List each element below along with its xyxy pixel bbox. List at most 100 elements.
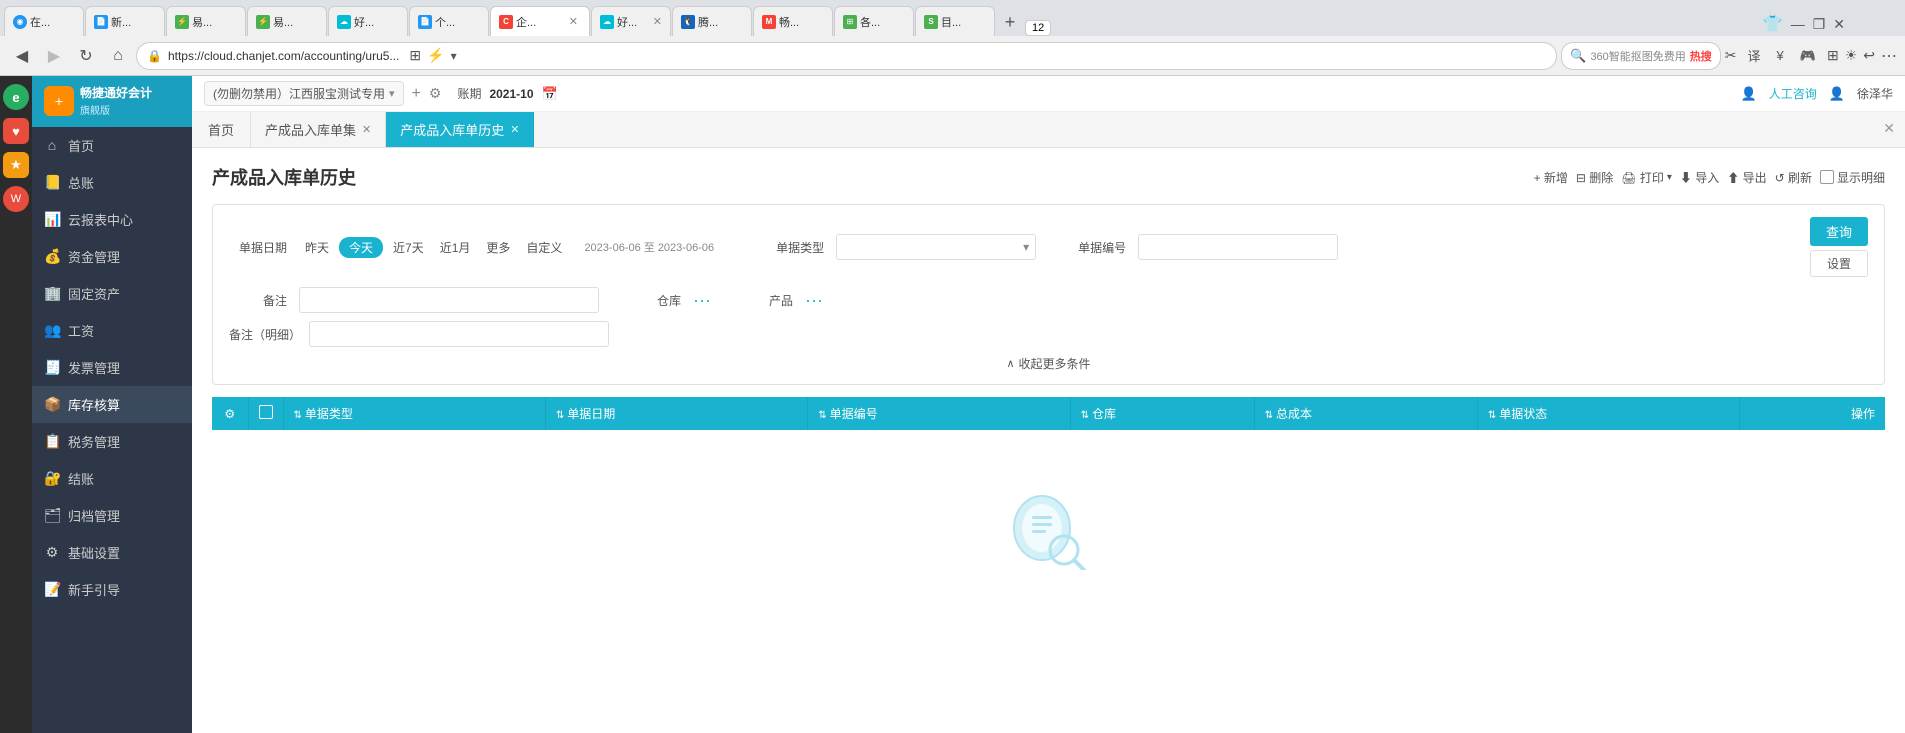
date-btn-today[interactable]: 今天 — [339, 237, 383, 258]
collapse-button[interactable]: ∧ 收起更多条件 — [1006, 355, 1090, 372]
note-input[interactable] — [299, 287, 599, 313]
tax-icon: 📋 — [44, 433, 60, 450]
lightning-icon[interactable]: ⚡ — [427, 47, 444, 64]
search-area[interactable]: 🔍 360智能抠图免费用 热搜 — [1561, 42, 1721, 70]
col-warehouse[interactable]: ⇅仓库 — [1070, 397, 1254, 430]
export-button[interactable]: ⬆ 导出 — [1727, 169, 1766, 186]
tab-12[interactable]: S 目... — [915, 6, 995, 36]
show-columns-label[interactable]: 显示明细 — [1820, 169, 1885, 186]
sidebar-item-reports[interactable]: 📊 云报表中心 — [32, 201, 192, 238]
tab-5[interactable]: ☁ 好... — [328, 6, 408, 36]
product-dots[interactable]: ··· — [805, 290, 823, 311]
app-icon-e[interactable]: e — [3, 84, 29, 110]
number-input[interactable] — [1138, 234, 1338, 260]
sidebar-item-archive[interactable]: 🗂 归档管理 — [32, 497, 192, 534]
add-button[interactable]: + 新增 — [1534, 169, 1568, 186]
tab-11[interactable]: ⊞ 各... — [834, 6, 914, 36]
warehouse-dots[interactable]: ··· — [693, 290, 711, 311]
col-date[interactable]: ⇅单据日期 — [545, 397, 807, 430]
header-checkbox[interactable] — [259, 405, 273, 419]
tab-3[interactable]: ⚡ 易... — [166, 6, 246, 36]
date-range-display: 2023-06-06 至 2023-06-06 — [584, 239, 714, 255]
settings-gear-icon[interactable]: ⚙ — [224, 407, 235, 421]
gear-icon[interactable]: ⚙ — [429, 85, 442, 102]
settings-button[interactable]: 设置 — [1810, 250, 1868, 277]
tab-list[interactable]: 产成品入库单集 ✕ — [251, 112, 386, 147]
calendar-icon[interactable]: 📅 — [542, 86, 558, 102]
tab-9[interactable]: 🐧 腾... — [672, 6, 752, 36]
sidebar-item-settings[interactable]: ⚙ 基础设置 — [32, 534, 192, 571]
col-checkbox[interactable] — [248, 397, 283, 430]
query-button[interactable]: 查询 — [1810, 217, 1868, 246]
sidebar-item-fixed-assets[interactable]: 🏢 固定资产 — [32, 275, 192, 312]
history-icon[interactable]: ↩ — [1863, 47, 1875, 64]
sidebar-item-inventory[interactable]: 📦 库存核算 — [32, 386, 192, 423]
home-button[interactable]: ⌂ — [104, 42, 132, 70]
sidebar-item-payroll[interactable]: 👥 工资 — [32, 312, 192, 349]
sidebar-item-newbie[interactable]: 📝 新手引导 — [32, 571, 192, 608]
tab-4[interactable]: ⚡ 易... — [247, 6, 327, 36]
currency-icon[interactable]: ¥ — [1772, 46, 1789, 65]
minimize-button[interactable]: — — [1791, 16, 1805, 32]
close-button[interactable]: ✕ — [1833, 16, 1845, 33]
dropdown-icon[interactable]: ▾ — [451, 49, 457, 63]
sidebar-item-settlement[interactable]: 🔐 结账 — [32, 460, 192, 497]
tab-home[interactable]: 首页 — [192, 112, 251, 147]
translate-icon[interactable]: 译 — [1743, 44, 1766, 67]
filter-area: 单据日期 昨天 今天 近7天 近1月 更多 自定义 2023-06-06 至 2… — [212, 204, 1885, 385]
account-selector[interactable]: (勿删勿禁用）江西服宝测试专用 ▾ — [204, 81, 404, 106]
col-status[interactable]: ⇅单据状态 — [1477, 397, 1739, 430]
game-icon[interactable]: 🎮 — [1795, 46, 1821, 66]
tab-1[interactable]: ◉ 在... — [4, 6, 84, 36]
sidebar-item-home[interactable]: ⌂ 首页 — [32, 127, 192, 164]
tab-history-close[interactable]: ✕ — [510, 123, 519, 136]
app-icon-heart[interactable]: ♥ — [3, 118, 29, 144]
sidebar-item-funds[interactable]: 💰 资金管理 — [32, 238, 192, 275]
tab-8[interactable]: ☁ 好... ✕ — [591, 6, 671, 36]
detail-note-input[interactable] — [309, 321, 609, 347]
date-btn-custom[interactable]: 自定义 — [520, 237, 568, 258]
tab-close-8[interactable]: ✕ — [653, 15, 662, 28]
scissors-icon[interactable]: ✂ — [1725, 47, 1737, 64]
import-button[interactable]: ⬇ 导入 — [1680, 169, 1719, 186]
app-icon-star[interactable]: ★ — [3, 152, 29, 178]
sidebar-item-invoices[interactable]: 🧾 发票管理 — [32, 349, 192, 386]
product-label: 产品 — [763, 292, 793, 309]
tab-close-7[interactable]: ✕ — [566, 14, 581, 29]
print-button[interactable]: 🖨 打印 ▾ — [1621, 169, 1672, 186]
delete-button[interactable]: ⊟ 删除 — [1576, 169, 1613, 186]
col-settings[interactable]: ⚙ — [212, 397, 248, 430]
more-icon[interactable]: ⋯ — [1881, 46, 1897, 66]
date-btn-1month[interactable]: 近1月 — [434, 237, 477, 258]
data-table: ⚙ ⇅单据类型 ⇅单据日期 ⇅ — [212, 397, 1885, 430]
back-button[interactable]: ◀ — [8, 42, 36, 70]
restore-button[interactable]: ❐ — [1813, 16, 1826, 33]
type-select[interactable]: ▾ — [836, 234, 1036, 260]
tab-new-button[interactable]: + — [996, 8, 1024, 36]
date-btn-more[interactable]: 更多 — [480, 237, 516, 258]
tab-2[interactable]: 📄 新... — [85, 6, 165, 36]
tab-history[interactable]: 产成品入库单历史 ✕ — [386, 112, 534, 147]
theme-icon[interactable]: ☀ — [1845, 47, 1858, 64]
side-panel-close[interactable]: ✕ — [1873, 112, 1905, 145]
col-type[interactable]: ⇅单据类型 — [283, 397, 545, 430]
refresh-button[interactable]: ↻ — [72, 42, 100, 70]
tab-list-close[interactable]: ✕ — [362, 123, 371, 136]
refresh-btn[interactable]: ↺ 刷新 — [1775, 169, 1812, 186]
sidebar-item-general-ledger[interactable]: 📒 总账 — [32, 164, 192, 201]
date-btn-7days[interactable]: 近7天 — [387, 237, 430, 258]
col-total-cost[interactable]: ⇅总成本 — [1254, 397, 1477, 430]
sidebar-item-tax[interactable]: 📋 税务管理 — [32, 423, 192, 460]
date-btn-yesterday[interactable]: 昨天 — [299, 237, 335, 258]
grid-icon[interactable]: ⊞ — [409, 47, 421, 64]
url-bar[interactable]: 🔒 https://cloud.chanjet.com/accounting/u… — [136, 42, 1557, 70]
tab-6[interactable]: 📄 个... — [409, 6, 489, 36]
app-icon-weibo[interactable]: W — [3, 186, 29, 212]
tab-7-active[interactable]: C 企... ✕ — [490, 6, 590, 36]
col-number[interactable]: ⇅单据编号 — [808, 397, 1070, 430]
service-label[interactable]: 人工咨询 — [1769, 85, 1817, 102]
apps-icon[interactable]: ⊞ — [1827, 47, 1839, 64]
forward-button[interactable]: ▶ — [40, 42, 68, 70]
add-account-button[interactable]: + — [412, 85, 421, 103]
tab-10[interactable]: M 畅... — [753, 6, 833, 36]
